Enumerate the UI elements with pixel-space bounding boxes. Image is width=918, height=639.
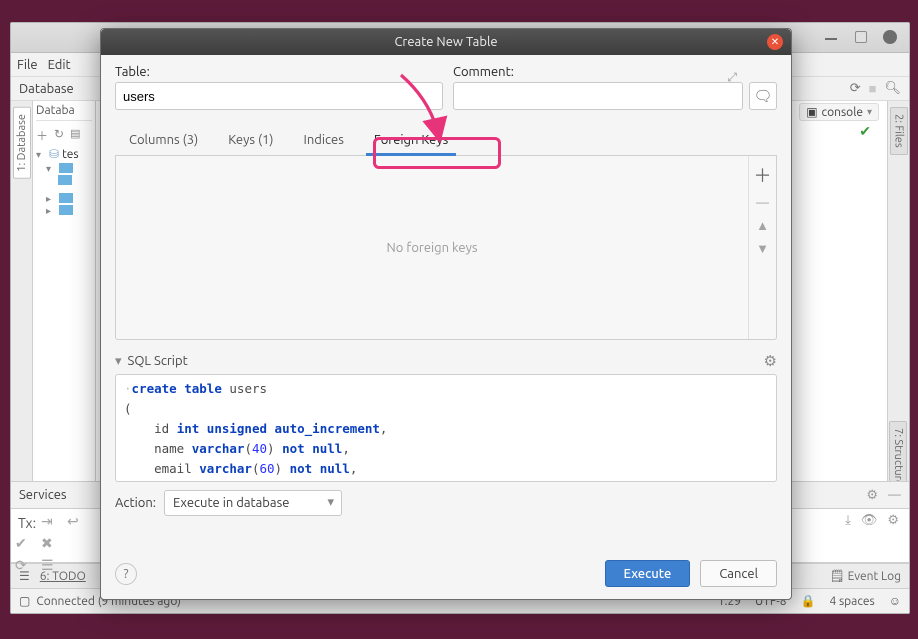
tree-folder[interactable]: ▸ <box>36 192 92 204</box>
cancel-button[interactable]: Cancel <box>700 560 777 587</box>
tab-event-log[interactable]: 🗒 Event Log <box>830 569 901 583</box>
filter-icon[interactable]: ▤ <box>70 127 80 144</box>
foreign-keys-toolbar: ＋ — ▲ ▼ <box>748 156 776 339</box>
breadcrumb: Database <box>19 82 74 96</box>
rollback-icon[interactable]: ✖ <box>41 535 65 555</box>
help-button[interactable]: ? <box>115 563 137 585</box>
close-icon: ✕ <box>771 36 779 48</box>
comment-label: Comment: <box>453 65 743 79</box>
commit-icon[interactable]: ✔ <box>15 535 39 555</box>
execute-button[interactable]: Execute <box>605 560 691 587</box>
check-icon: ✔ <box>859 123 871 140</box>
search-icon[interactable]: 🔍︎ <box>884 81 901 96</box>
stop-icon[interactable]: ■ <box>869 81 877 96</box>
datasource-icon: ⛁ <box>49 147 59 161</box>
dialog-close-button[interactable]: ✕ <box>767 34 783 50</box>
tab-foreign-keys[interactable]: Foreign Keys <box>368 127 454 155</box>
chevron-right-icon: ▸ <box>46 205 56 215</box>
collapse-icon[interactable]: ☰ <box>19 569 30 583</box>
tab-indices[interactable]: Indices <box>298 127 350 155</box>
folder-icon <box>59 193 73 203</box>
gear-icon[interactable]: ⚙ <box>866 488 878 503</box>
chevron-down-icon: ▾ <box>36 149 46 159</box>
indent-icon[interactable]: ⇥ <box>41 513 65 533</box>
chevron-right-icon: ▸ <box>46 193 56 203</box>
action-label: Action: <box>115 496 156 510</box>
eye-icon[interactable]: 👁 <box>861 513 878 528</box>
table-label: Table: <box>115 65 443 79</box>
status-icon: ▢ <box>19 594 30 608</box>
add-icon[interactable]: ＋ <box>754 162 772 188</box>
expand-icon[interactable]: ⤢ <box>727 71 737 85</box>
indent-settings[interactable]: 4 spaces <box>829 595 874 608</box>
download-icon[interactable]: ⤓ <box>845 513 851 528</box>
sql-script-label: SQL Script <box>128 354 188 368</box>
tab-todo[interactable]: 6: TODO <box>40 570 86 583</box>
create-table-dialog: Create New Table ✕ Table: Comment: ⤢ 🗨 <box>100 28 792 600</box>
action-row: Action: Execute in database <box>115 490 777 516</box>
menu-edit[interactable]: Edit <box>48 58 71 72</box>
folder-icon <box>58 175 72 185</box>
wrap-icon[interactable]: ↩ <box>67 513 91 533</box>
dialog-title: Create New Table <box>394 35 497 49</box>
comment-input[interactable] <box>453 82 743 110</box>
table-tabs: Columns (3) Keys (1) Indices Foreign Key… <box>115 124 777 156</box>
gear-icon[interactable]: ⚙ <box>887 513 899 528</box>
add-icon[interactable]: ＋ <box>36 127 48 144</box>
tree-datasource[interactable]: ▾ ⛁ tes <box>36 146 92 162</box>
sql-script-editor[interactable]: ·create table users ( id int unsigned au… <box>115 374 777 482</box>
menu-file[interactable]: File <box>17 58 38 72</box>
dialog-titlebar: Create New Table ✕ <box>101 29 791 55</box>
gear-icon[interactable]: ⚙ <box>764 352 777 370</box>
remove-icon[interactable]: — <box>756 196 769 210</box>
ide-close-button[interactable] <box>883 30 897 44</box>
database-panel-header: Databa <box>36 104 92 121</box>
sync-icon[interactable]: ⟳ <box>850 81 861 96</box>
minimize-icon[interactable]: — <box>888 488 901 503</box>
tree-folder[interactable] <box>36 174 92 186</box>
ide-minimize-button[interactable] <box>825 38 837 40</box>
left-tab-database[interactable]: 1: Database <box>13 107 31 179</box>
speech-bubble-icon: 🗨 <box>753 87 772 105</box>
ide-maximize-button[interactable] <box>855 31 867 43</box>
chevron-down-icon: ▾ <box>115 354 122 369</box>
tx-label: Tx: <box>15 513 39 533</box>
move-up-icon[interactable]: ▲ <box>756 218 769 233</box>
comment-popup-button[interactable]: 🗨 <box>749 82 777 110</box>
lock-icon[interactable]: 🔒 <box>800 594 815 608</box>
chevron-down-icon: ▾ <box>46 163 56 173</box>
notifications-icon[interactable]: ☺ <box>889 594 901 608</box>
action-select[interactable]: Execute in database <box>164 490 342 516</box>
console-icon: ▣ <box>806 105 817 119</box>
sql-script-header[interactable]: ▾ SQL Script ⚙ <box>115 352 777 370</box>
refresh-icon[interactable]: ↻ <box>54 127 64 144</box>
help-icon: ? <box>123 567 128 581</box>
tab-keys[interactable]: Keys (1) <box>222 127 279 155</box>
console-selector[interactable]: ▣ console ▾ <box>799 103 879 121</box>
folder-icon <box>59 163 73 173</box>
tab-columns[interactable]: Columns (3) <box>123 127 204 155</box>
table-name-input[interactable] <box>115 82 443 110</box>
chevron-down-icon: ▾ <box>867 106 872 118</box>
tab-services[interactable]: Services <box>19 488 67 502</box>
event-log-icon: 🗒 <box>830 569 845 583</box>
tree-folder[interactable]: ▸ <box>36 204 92 216</box>
foreign-keys-pane: No foreign keys ＋ — ▲ ▼ <box>115 156 777 340</box>
right-tab-files[interactable]: 2: Files <box>890 107 908 155</box>
foreign-keys-empty: No foreign keys <box>116 156 748 339</box>
folder-icon <box>59 205 73 215</box>
tree-folder[interactable]: ▾ <box>36 162 92 174</box>
move-down-icon[interactable]: ▼ <box>756 241 769 256</box>
